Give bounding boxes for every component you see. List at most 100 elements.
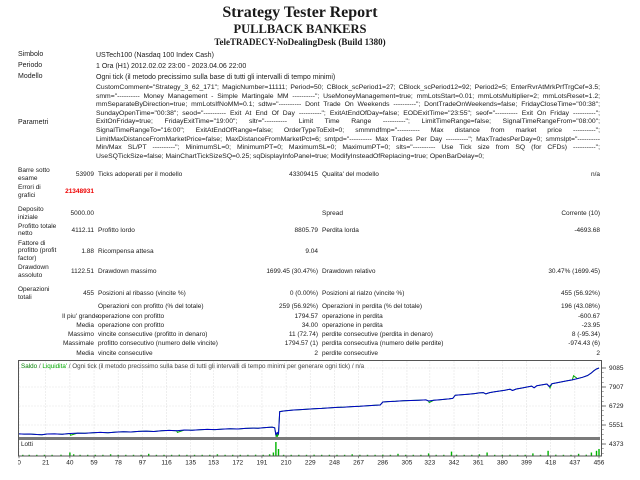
stat-value: Media <box>62 322 94 329</box>
chart-legend: Saldo / Liquidita' / Ogni tick (il metod… <box>21 363 365 370</box>
stats-table: Barre sotto esame53909Ticks adoperati pe… <box>18 167 600 357</box>
x-axis-label: 210 <box>281 459 292 466</box>
stat-value: 1122.51 <box>62 268 94 275</box>
parameters-text: CustomComment="Strategy_3_62_171"; Magic… <box>96 84 600 161</box>
stat-value: 11 (72.74) <box>252 331 318 338</box>
info-label: Periodo <box>18 62 92 70</box>
stat-value: 53909 <box>62 171 94 178</box>
stat-label: perdita consecutiva (numero delle perdit… <box>322 340 480 347</box>
stat-value: 5000.00 <box>62 210 94 217</box>
info-row: Periodo 1 Ora (H1) 2012.02.02 23:00 - 202… <box>18 62 600 70</box>
lots-bar <box>69 452 70 456</box>
stat-label: Ricompensa attesa <box>98 248 248 255</box>
stat-label: vincite consecutive (profitto in denaro) <box>98 331 248 338</box>
y-axis-label: 7907 <box>609 384 624 391</box>
stat-value: 1.88 <box>62 248 94 255</box>
info-row: ModelloOgni tick (il metodo precissimo s… <box>18 73 600 81</box>
stats-row: Deposito iniziale5000.00SpreadCorrente (… <box>18 206 600 221</box>
lots-bar <box>486 452 487 456</box>
x-axis-label: 135 <box>185 459 196 466</box>
stats-row: Profitto totale netto 4112.11 Profitto lor… <box>18 223 600 238</box>
info-value: Ogni tick (il metodo precissimo sulla ba… <box>96 74 600 81</box>
stat-label: Profitto lordo <box>98 227 248 234</box>
stat-value: Il piu' grande <box>62 313 94 320</box>
stat-label: operazione con profitto <box>98 313 248 320</box>
ea-name: PULLBACK BANKERS <box>0 22 600 37</box>
info-value: USTech100 (Nasdaq 100 Index Cash) <box>96 52 600 59</box>
y-axis-label: 9085 <box>609 365 624 372</box>
stat-label: Errori di grafici <box>18 184 58 199</box>
info-row: Parametri CustomComment="Strategy_3_62_17… <box>18 84 600 161</box>
x-axis-label: 229 <box>305 459 316 466</box>
report-header: Strategy Tester Report PULLBACK BANKERS … <box>0 0 600 48</box>
info-value: 1 Ora (H1) 2012.02.02 23:00 - 2023.04.06… <box>96 63 600 70</box>
x-axis-label: 0 <box>18 459 21 466</box>
stat-value: Media <box>62 350 94 357</box>
stat-value: 1794.57 (1) <box>252 340 318 347</box>
stat-value: 2 <box>252 350 318 357</box>
x-axis-label: 59 <box>90 459 98 466</box>
stat-value: 455 (56.92%) <box>484 290 600 297</box>
stats-row: Massimaleprofitto consecutivo (numero de… <box>18 340 600 347</box>
stat-label: operazione in perdita <box>322 322 480 329</box>
x-axis-label: 116 <box>161 459 172 466</box>
x-axis-label: 380 <box>497 459 508 466</box>
stat-value: -974.43 (6) <box>484 340 600 347</box>
x-axis-label: 342 <box>449 459 460 466</box>
x-axis-label: 456 <box>594 459 605 466</box>
stats-row: Il piu' grande operazione con profitto 179… <box>18 313 600 320</box>
stats-row: Fattore di profitto (profit factor)1.88R… <box>18 240 600 262</box>
stat-value: -600.67 <box>484 313 600 320</box>
stat-label: Posizioni al ribasso (vincite %) <box>98 290 248 297</box>
stat-value: 259 (56.92%) <box>252 303 318 310</box>
stat-value: 30.47% (1699.45) <box>484 268 600 275</box>
stats-row: Mediaoperazione con profitto34.00operazi… <box>18 322 600 329</box>
x-axis-label: 21 <box>42 459 50 466</box>
stat-value: 4112.11 <box>62 227 94 234</box>
x-axis-label: 418 <box>545 459 556 466</box>
stat-label: Perdita lorda <box>322 227 480 234</box>
stats-row: Errori di grafici 21348931 <box>18 184 600 199</box>
stat-value: 8805.79 <box>252 227 318 234</box>
y-axis-label: 6729 <box>609 403 624 410</box>
stat-label: Profitto totale netto <box>18 223 58 238</box>
stat-value: 455 <box>62 290 94 297</box>
stat-label: perdite consecutive <box>322 350 480 357</box>
stat-label: Operazioni con profitto (% del totale) <box>98 303 248 310</box>
stat-label: operazione in perdita <box>322 313 480 320</box>
x-axis-label: 267 <box>353 459 364 466</box>
stat-label: perdite consecutive (perdita in denaro) <box>322 331 480 338</box>
x-axis-label: 97 <box>139 459 147 466</box>
stat-value: Massimo <box>62 331 94 338</box>
stat-value: -4693.68 <box>484 227 600 234</box>
stat-value: 8 (-95.34) <box>484 331 600 338</box>
lots-label: Lotti <box>21 441 33 448</box>
stat-label: Drawdown relativo <box>322 268 480 275</box>
lots-bar <box>547 451 548 456</box>
x-axis-label: 399 <box>521 459 532 466</box>
stat-value: 0 (0.00%) <box>252 290 318 297</box>
lots-bar <box>273 452 274 456</box>
y-axis-label: 5551 <box>609 422 624 429</box>
stat-label: Qualita' del modello <box>322 171 480 178</box>
lots-bar <box>591 452 592 456</box>
x-axis-label: 286 <box>377 459 388 466</box>
stat-value: 43309415 <box>252 171 318 178</box>
x-axis-label: 248 <box>329 459 340 466</box>
stat-label: Drawdown massimo <box>98 268 248 275</box>
stat-label: Barre sotto esame <box>18 167 58 182</box>
x-axis-label: 172 <box>232 459 243 466</box>
stat-value: 1794.57 <box>252 313 318 320</box>
stat-value: Corrente (10) <box>484 210 600 217</box>
stat-label: operazione con profitto <box>98 322 248 329</box>
report-body: SimboloUSTech100 (Nasdaq 100 Index Cash)… <box>0 51 600 357</box>
report-title: Strategy Tester Report <box>0 4 600 22</box>
x-axis-label: 437 <box>569 459 580 466</box>
lots-bar <box>275 442 276 456</box>
stats-row: Mediavincite consecutive2perdite consecu… <box>18 350 600 357</box>
stat-value: 21348931 <box>62 188 94 195</box>
x-axis-label: 191 <box>257 459 268 466</box>
info-label: Parametri <box>18 119 92 127</box>
lots-bar <box>278 449 279 456</box>
strategy-tester-report-page: Strategy Tester Report PULLBACK BANKERS … <box>0 0 640 480</box>
